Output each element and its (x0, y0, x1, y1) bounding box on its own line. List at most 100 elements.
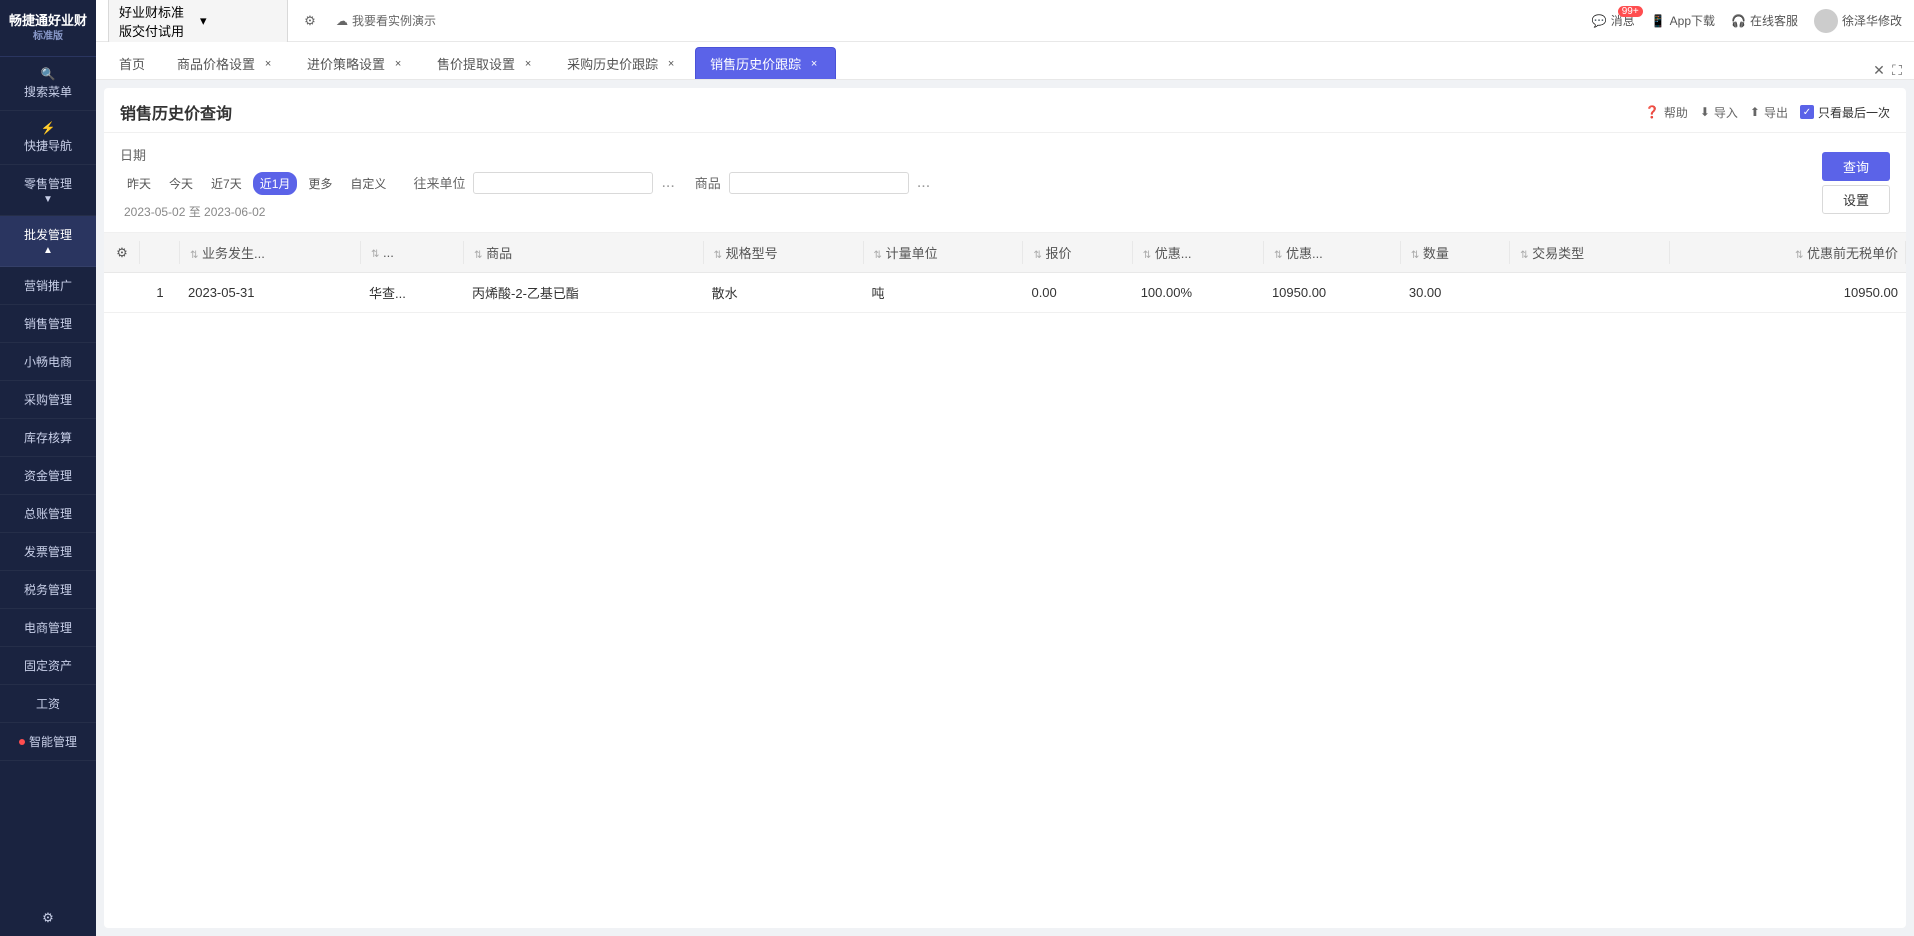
date-btn-7days[interactable]: 近7天 (204, 172, 249, 195)
col-date[interactable]: ⇅ 业务发生... (180, 233, 361, 273)
maximize-window-btn[interactable]: ⛶ (1888, 61, 1906, 79)
main-content: 好业财标准版交付试用 ▾ ⚙ ☁ 我要看实例演示 💬 消息 99+ 📱 App下… (96, 0, 1914, 936)
col-txtype[interactable]: ⇅ 交易类型 (1510, 233, 1670, 273)
sidebar-item-wholesale[interactable]: 批发管理 ▲ (0, 216, 96, 267)
tab-price-extract[interactable]: 售价提取设置 × (422, 47, 550, 79)
chevron-up-icon: ▲ (43, 245, 53, 256)
table-row[interactable]: 1 2023-05-31 华查... 丙烯酸-2-乙基已酯 散水 吨 0.00 … (104, 273, 1906, 313)
page-title: 销售历史价查询 (120, 100, 1645, 124)
from-unit-dots-btn[interactable]: ... (661, 174, 674, 192)
product-dots-btn[interactable]: ... (917, 174, 930, 192)
checkbox-icon: ✓ (1800, 105, 1814, 119)
cell-notax-price: 10950.00 (1670, 273, 1906, 313)
date-shortcuts: 昨天 今天 近7天 近1月 更多 自定义 (120, 172, 393, 195)
app-logo: 畅捷通好业财 标准版 (0, 0, 96, 57)
sort-product-icon: ⇅ (474, 250, 482, 261)
col-num (140, 233, 180, 273)
sidebar-item-finance[interactable]: 资金管理 (0, 457, 96, 495)
search-icon: 🔍 (41, 67, 56, 81)
sidebar-item-search[interactable]: 🔍 搜索菜单 (0, 57, 96, 111)
date-btn-more[interactable]: 更多 (301, 172, 339, 195)
cell-product: 丙烯酸-2-乙基已酯 (464, 273, 704, 313)
cell-qty: 30.00 (1401, 273, 1510, 313)
cell-num: 1 (140, 273, 180, 313)
cell-spec: 散水 (704, 273, 864, 313)
tab-close-purchase-strategy[interactable]: × (391, 57, 405, 71)
date-btn-today[interactable]: 今天 (162, 172, 200, 195)
avatar (1814, 9, 1838, 33)
import-btn[interactable]: ⬇ 导入 (1700, 104, 1738, 121)
col-price[interactable]: ⇅ 报价 (1023, 233, 1132, 273)
tab-purchase-strategy[interactable]: 进价策略设置 × (292, 47, 420, 79)
settings-btn[interactable]: 设置 (1822, 185, 1890, 214)
col-gear[interactable]: ⚙ (104, 233, 140, 273)
cell-unit: 吨 (864, 273, 1024, 313)
sort-asc-icon: ⇅ (190, 250, 198, 261)
tab-close-purchase-history[interactable]: × (664, 57, 678, 71)
sidebar-item-ecommerce[interactable]: 电商管理 (0, 609, 96, 647)
topbar-gear-btn[interactable]: ⚙ (296, 7, 324, 35)
help-btn[interactable]: ❓ 帮助 (1645, 104, 1688, 121)
window-controls: ✕ ⛶ (1870, 61, 1906, 79)
from-unit-input[interactable] (473, 172, 653, 194)
date-btn-custom[interactable]: 自定义 (343, 172, 393, 195)
query-btn[interactable]: 查询 (1822, 152, 1890, 181)
sidebar-item-sales[interactable]: 销售管理 (0, 305, 96, 343)
col-qty[interactable]: ⇅ 数量 (1401, 233, 1510, 273)
date-btn-yesterday[interactable]: 昨天 (120, 172, 158, 195)
sidebar-item-payroll[interactable]: 工资 (0, 685, 96, 723)
sidebar-item-inventory[interactable]: 库存核算 (0, 419, 96, 457)
app-download-btn[interactable]: 📱 App下载 (1651, 12, 1715, 29)
filter-actions: 查询 设置 (1822, 152, 1890, 214)
user-menu-btn[interactable]: 徐泽华修改 (1814, 9, 1902, 33)
sidebar-item-invoice[interactable]: 发票管理 (0, 533, 96, 571)
message-icon: 💬 (1592, 14, 1607, 28)
module-selector[interactable]: 好业财标准版交付试用 ▾ (108, 0, 288, 45)
col-unit[interactable]: ⇅ 计量单位 (864, 233, 1024, 273)
online-service-btn[interactable]: 🎧 在线客服 (1731, 12, 1798, 29)
sidebar-item-purchase[interactable]: 采购管理 (0, 381, 96, 419)
col-spec[interactable]: ⇅ 规格型号 (704, 233, 864, 273)
col-product[interactable]: ⇅ 商品 (464, 233, 704, 273)
sidebar-item-assets[interactable]: 固定资产 (0, 647, 96, 685)
close-window-btn[interactable]: ✕ (1870, 61, 1888, 79)
sidebar-item-tax[interactable]: 税务管理 (0, 571, 96, 609)
topbar-right: 💬 消息 99+ 📱 App下载 🎧 在线客服 徐泽华修改 (1592, 9, 1902, 33)
export-btn[interactable]: ⬆ 导出 (1750, 104, 1788, 121)
sidebar-item-marketing[interactable]: 营销推广 (0, 267, 96, 305)
tab-close-sales-history[interactable]: × (807, 57, 821, 71)
sidebar-item-quicknav[interactable]: ⚡ 快捷导航 (0, 111, 96, 165)
tab-product-price[interactable]: 商品价格设置 × (162, 47, 290, 79)
table-header-row: ⚙ ⇅ 业务发生... ⇅ ... ⇅ 商品 (104, 233, 1906, 273)
gear-col-icon: ⚙ (116, 245, 128, 260)
date-range-display: 2023-05-02 至 2023-06-02 (120, 203, 265, 220)
sidebar-item-retail[interactable]: 零售管理 ▼ (0, 165, 96, 216)
cell-discount2: 10950.00 (1264, 273, 1401, 313)
tab-sales-history[interactable]: 销售历史价跟踪 × (695, 47, 836, 79)
product-input[interactable] (729, 172, 909, 194)
page-actions: ❓ 帮助 ⬇ 导入 ⬆ 导出 ✓ 只看最后一次 (1645, 104, 1890, 121)
view-only-check[interactable]: ✓ 只看最后一次 (1800, 104, 1890, 121)
sidebar-item-ecommerce-small[interactable]: 小畅电商 (0, 343, 96, 381)
col-extra[interactable]: ⇅ ... (361, 233, 464, 273)
cloud-icon: ☁ (336, 14, 348, 28)
dropdown-icon: ▾ (200, 13, 277, 29)
date-btn-1month[interactable]: 近1月 (253, 172, 298, 195)
sidebar-item-smart[interactable]: 智能管理 (0, 723, 96, 761)
tab-purchase-history[interactable]: 采购历史价跟踪 × (552, 47, 693, 79)
col-discount1[interactable]: ⇅ 优惠... (1133, 233, 1264, 273)
cell-discount1: 100.00% (1133, 273, 1264, 313)
tab-close-price-extract[interactable]: × (521, 57, 535, 71)
tab-close-product-price[interactable]: × (261, 57, 275, 71)
sidebar-settings-btn[interactable]: ⚙ (0, 900, 96, 936)
col-discount2[interactable]: ⇅ 优惠... (1264, 233, 1401, 273)
tab-home[interactable]: 首页 (104, 47, 160, 79)
sidebar-item-ledger[interactable]: 总账管理 (0, 495, 96, 533)
col-notax-price[interactable]: ⇅ 优惠前无税单价 (1670, 233, 1906, 273)
settings-icon: ⚙ (42, 910, 54, 925)
message-btn[interactable]: 💬 消息 99+ (1592, 12, 1635, 29)
smart-dot (19, 739, 25, 745)
demo-btn[interactable]: ☁ 我要看实例演示 (336, 12, 436, 29)
sort-discount1-icon: ⇅ (1143, 250, 1151, 261)
topbar: 好业财标准版交付试用 ▾ ⚙ ☁ 我要看实例演示 💬 消息 99+ 📱 App下… (96, 0, 1914, 42)
